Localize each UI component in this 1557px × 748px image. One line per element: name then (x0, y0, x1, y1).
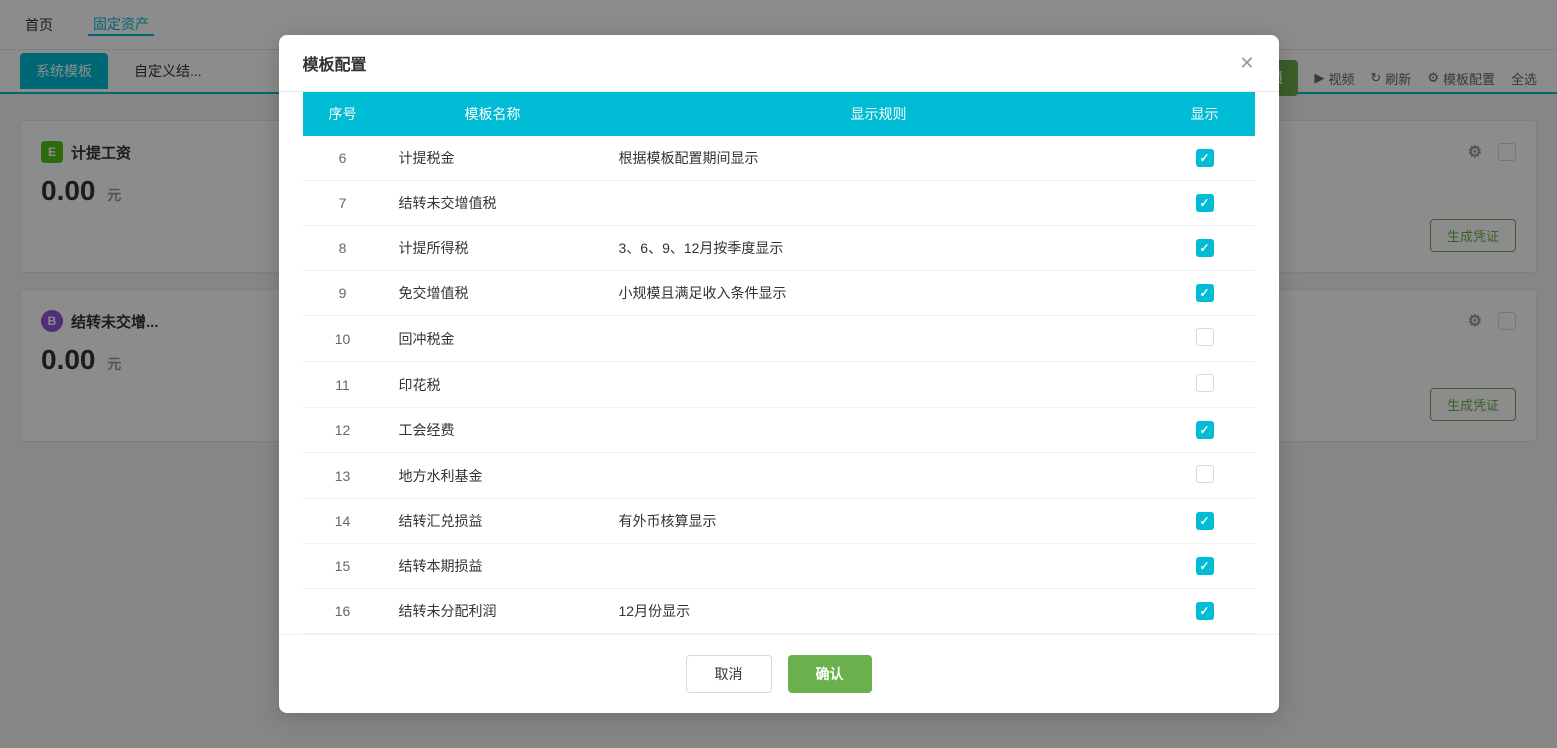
confirm-button[interactable]: 确认 (788, 655, 872, 693)
cell-name-6: 工会经费 (383, 408, 603, 453)
checkbox-10[interactable] (1196, 602, 1214, 620)
cell-rule-0: 根据模板配置期间显示 (603, 136, 1155, 181)
cell-seq-8: 14 (303, 499, 383, 544)
checkbox-0[interactable] (1196, 149, 1214, 167)
cell-rule-1 (603, 181, 1155, 226)
cell-name-1: 结转未交增值税 (383, 181, 603, 226)
modal-footer: 取消 确认 (279, 634, 1279, 713)
cell-seq-0: 6 (303, 136, 383, 181)
table-row: 14结转汇兑损益有外币核算显示 (303, 499, 1255, 544)
cell-check-6[interactable] (1155, 408, 1255, 453)
cell-check-9[interactable] (1155, 544, 1255, 589)
cell-check-4[interactable] (1155, 316, 1255, 362)
col-rule: 显示规则 (603, 92, 1155, 136)
cell-name-3: 免交增值税 (383, 271, 603, 316)
cell-check-8[interactable] (1155, 499, 1255, 544)
cell-name-0: 计提税金 (383, 136, 603, 181)
checkbox-4[interactable] (1196, 328, 1214, 346)
cell-rule-8: 有外币核算显示 (603, 499, 1155, 544)
modal-body: 序号 模板名称 显示规则 显示 6计提税金根据模板配置期间显示7结转未交增值税8… (279, 92, 1279, 634)
cell-check-0[interactable] (1155, 136, 1255, 181)
cell-check-5[interactable] (1155, 362, 1255, 408)
table-row: 16结转未分配利润12月份显示 (303, 589, 1255, 634)
table-row: 9免交增值税小规模且满足收入条件显示 (303, 271, 1255, 316)
cell-check-1[interactable] (1155, 181, 1255, 226)
checkbox-7[interactable] (1196, 465, 1214, 483)
cell-rule-3: 小规模且满足收入条件显示 (603, 271, 1155, 316)
checkbox-6[interactable] (1196, 421, 1214, 439)
cell-check-7[interactable] (1155, 453, 1255, 499)
cell-name-5: 印花税 (383, 362, 603, 408)
col-seq: 序号 (303, 92, 383, 136)
modal-close-button[interactable]: ✕ (1239, 54, 1254, 72)
cell-rule-4 (603, 316, 1155, 362)
cell-seq-2: 8 (303, 226, 383, 271)
cell-rule-2: 3、6、9、12月按季度显示 (603, 226, 1155, 271)
cell-seq-5: 11 (303, 362, 383, 408)
table-row: 12工会经费 (303, 408, 1255, 453)
cancel-button[interactable]: 取消 (686, 655, 772, 693)
modal-header: 模板配置 ✕ (279, 35, 1279, 92)
cell-name-9: 结转本期损益 (383, 544, 603, 589)
table-row: 15结转本期损益 (303, 544, 1255, 589)
table-row: 10回冲税金 (303, 316, 1255, 362)
cell-check-2[interactable] (1155, 226, 1255, 271)
checkbox-8[interactable] (1196, 512, 1214, 530)
table-row: 11印花税 (303, 362, 1255, 408)
cell-seq-3: 9 (303, 271, 383, 316)
table-row: 13地方水利基金 (303, 453, 1255, 499)
cell-rule-5 (603, 362, 1155, 408)
cell-rule-7 (603, 453, 1155, 499)
checkbox-9[interactable] (1196, 557, 1214, 575)
cell-seq-6: 12 (303, 408, 383, 453)
checkbox-1[interactable] (1196, 194, 1214, 212)
cell-seq-7: 13 (303, 453, 383, 499)
config-table: 序号 模板名称 显示规则 显示 6计提税金根据模板配置期间显示7结转未交增值税8… (303, 92, 1255, 634)
cell-seq-4: 10 (303, 316, 383, 362)
cell-rule-6 (603, 408, 1155, 453)
col-display: 显示 (1155, 92, 1255, 136)
table-row: 8计提所得税3、6、9、12月按季度显示 (303, 226, 1255, 271)
cell-name-2: 计提所得税 (383, 226, 603, 271)
modal-template-config: 模板配置 ✕ 序号 模板名称 显示规则 显示 6计提税金根据模板配置期间显示7结… (279, 35, 1279, 713)
cell-check-10[interactable] (1155, 589, 1255, 634)
checkbox-2[interactable] (1196, 239, 1214, 257)
table-header: 序号 模板名称 显示规则 显示 (303, 92, 1255, 136)
cell-name-7: 地方水利基金 (383, 453, 603, 499)
cell-rule-9 (603, 544, 1155, 589)
cell-seq-9: 15 (303, 544, 383, 589)
cell-seq-1: 7 (303, 181, 383, 226)
table-body: 6计提税金根据模板配置期间显示7结转未交增值税8计提所得税3、6、9、12月按季… (303, 136, 1255, 634)
cell-rule-10: 12月份显示 (603, 589, 1155, 634)
modal-title: 模板配置 (303, 51, 367, 75)
checkbox-5[interactable] (1196, 374, 1214, 392)
col-name: 模板名称 (383, 92, 603, 136)
cell-name-8: 结转汇兑损益 (383, 499, 603, 544)
cell-name-10: 结转未分配利润 (383, 589, 603, 634)
cell-seq-10: 16 (303, 589, 383, 634)
cell-check-3[interactable] (1155, 271, 1255, 316)
checkbox-3[interactable] (1196, 284, 1214, 302)
table-row: 6计提税金根据模板配置期间显示 (303, 136, 1255, 181)
table-row: 7结转未交增值税 (303, 181, 1255, 226)
cell-name-4: 回冲税金 (383, 316, 603, 362)
